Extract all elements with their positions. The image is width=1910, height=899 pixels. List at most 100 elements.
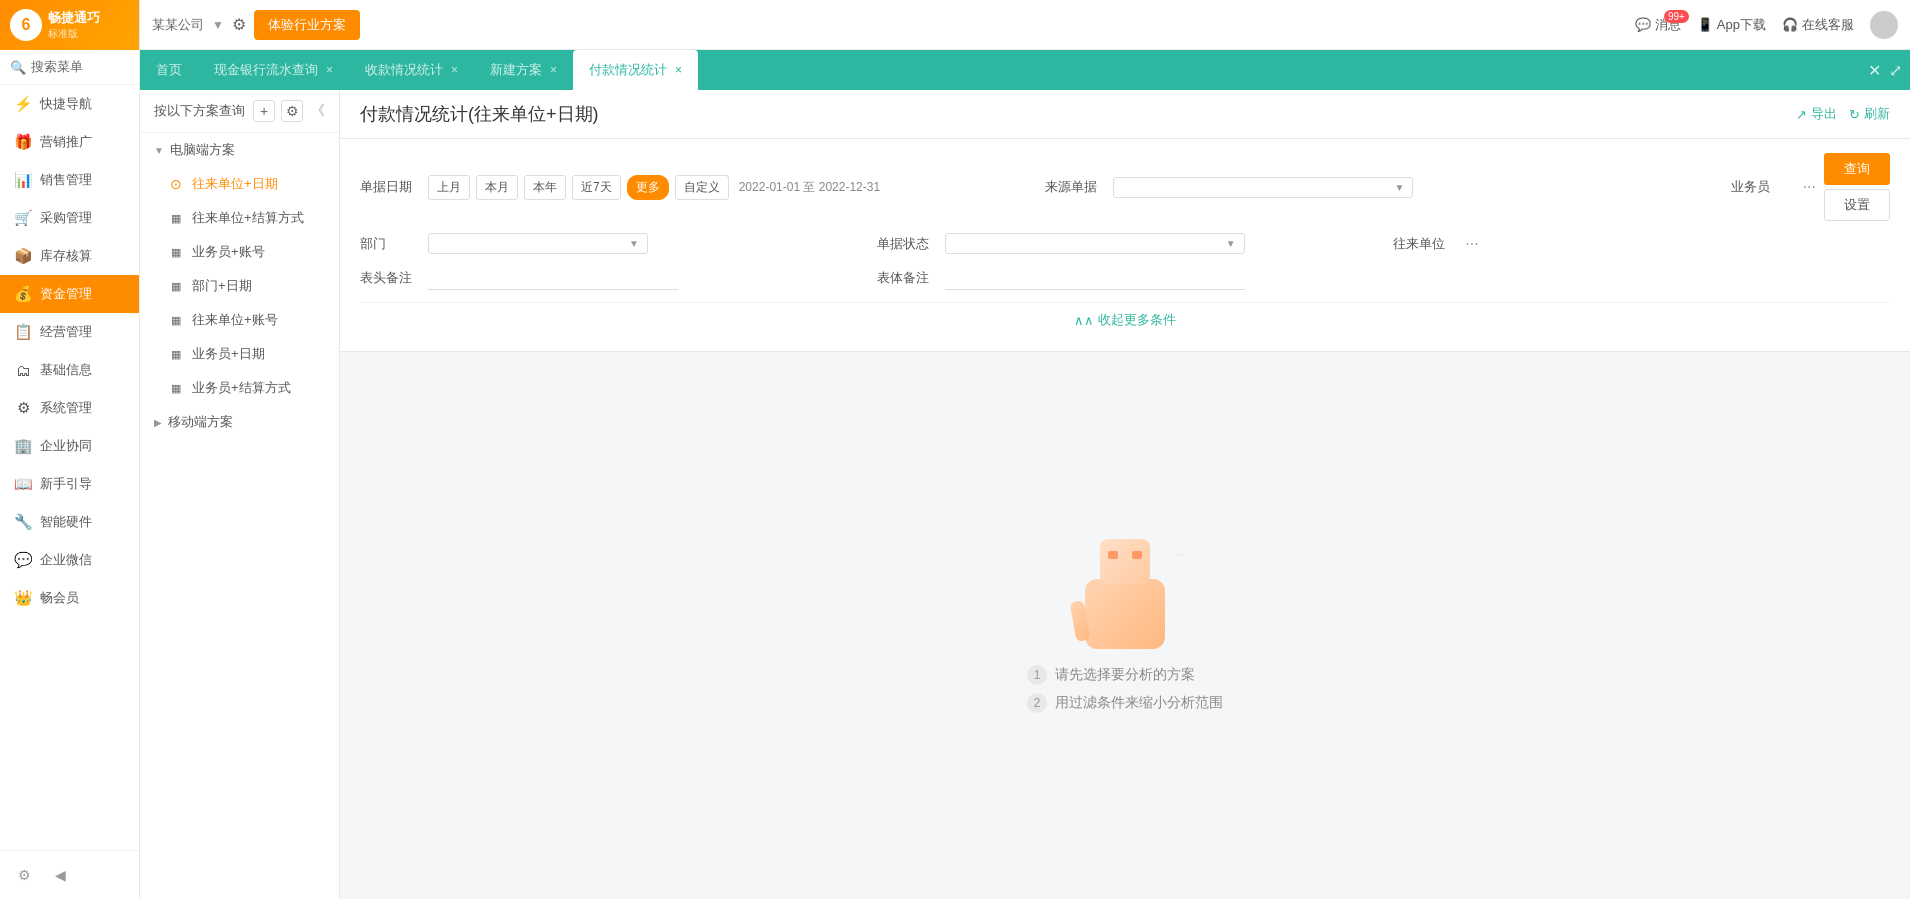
sidebar-item-hardware[interactable]: 🔧 智能硬件 <box>0 503 139 541</box>
user-avatar-item[interactable] <box>1870 11 1898 39</box>
enterprise-icon: 🏢 <box>14 437 32 455</box>
export-btn[interactable]: ↗ 导出 <box>1796 105 1837 123</box>
robot-eye-left <box>1108 551 1118 559</box>
tab-new-scheme-close[interactable]: × <box>550 63 557 77</box>
content-area: 按以下方案查询 + ⚙ 《 ▼ 电脑端方案 ⊙ 往来单位+日期 ▦ <box>140 90 1910 899</box>
filter-settings-btn[interactable]: 设置 <box>1824 189 1890 221</box>
date-btn-custom[interactable]: 自定义 <box>675 175 729 200</box>
tab-new-scheme[interactable]: 新建方案 × <box>474 50 573 90</box>
date-btn-more[interactable]: 更多 <box>627 175 669 200</box>
tab-payment-stats-close[interactable]: × <box>675 63 682 77</box>
query-btn[interactable]: 查询 <box>1824 153 1890 185</box>
vendor-dots-btn[interactable]: ··· <box>1465 235 1478 253</box>
scheme-collapse-btn[interactable]: 《 <box>311 102 325 120</box>
filter-area: 单据日期 上月 本月 本年 近7天 更多 自定义 2022-01-01 至 20… <box>340 139 1910 352</box>
sidebar-item-label: 营销推广 <box>40 133 92 151</box>
footer-settings-btn[interactable]: ⚙ <box>10 861 38 889</box>
dept-select[interactable]: ▼ <box>428 233 648 254</box>
vendor-col: 往来单位 ··· <box>1393 235 1890 253</box>
tab-bank-flow-close[interactable]: × <box>326 63 333 77</box>
scheme-settings-btn[interactable]: ⚙ <box>281 100 303 122</box>
company-dropdown-icon[interactable]: ▼ <box>212 18 224 32</box>
result-area: ··· 1 请先选择要分析的方案 2 用过滤条件来缩小分析范围 <box>340 352 1910 899</box>
hint-item-2: 2 用过滤条件来缩小分析范围 <box>1027 693 1223 713</box>
scheme-item-vendor-account[interactable]: ▦ 往来单位+账号 <box>140 303 339 337</box>
online-service-item[interactable]: 🎧 在线客服 <box>1782 16 1854 34</box>
scheme-group-mobile: ▶ 移动端方案 <box>140 405 339 439</box>
sidebar-item-marketing[interactable]: 🎁 营销推广 <box>0 123 139 161</box>
sidebar-item-basic-info[interactable]: 🗂 基础信息 <box>0 351 139 389</box>
sidebar-item-purchase[interactable]: 🛒 采购管理 <box>0 199 139 237</box>
sales-icon: 📊 <box>14 171 32 189</box>
scheme-item-dept-date[interactable]: ▦ 部门+日期 <box>140 269 339 303</box>
table-body-note-input[interactable] <box>945 266 1245 290</box>
sidebar-item-operation[interactable]: 📋 经营管理 <box>0 313 139 351</box>
staff-account-label: 业务员+账号 <box>192 243 265 261</box>
scheme-item-staff-date[interactable]: ▦ 业务员+日期 <box>140 337 339 371</box>
sidebar-item-label: 采购管理 <box>40 209 92 227</box>
source-voucher-select[interactable]: ▼ <box>1113 177 1413 198</box>
tab-expand-btn[interactable]: ⤢ <box>1889 61 1902 80</box>
app-version: 标准版 <box>48 27 100 41</box>
marketing-icon: 🎁 <box>14 133 32 151</box>
capital-icon: 💰 <box>14 285 32 303</box>
date-btn-this-year[interactable]: 本年 <box>524 175 566 200</box>
robot-decoration: ··· <box>1177 549 1185 560</box>
dept-date-icon: ▦ <box>168 278 184 294</box>
scheme-item-vendor-date[interactable]: ⊙ 往来单位+日期 <box>140 167 339 201</box>
collapse-arrow-icon: ∧∧ <box>1074 313 1094 328</box>
date-btn-7days[interactable]: 近7天 <box>572 175 621 200</box>
sidebar-item-label: 企业微信 <box>40 551 92 569</box>
tab-receipt-stats[interactable]: 收款情况统计 × <box>349 50 474 90</box>
page-header: 付款情况统计(往来单位+日期) ↗ 导出 ↻ 刷新 <box>340 90 1910 139</box>
notifications-item[interactable]: 💬 消息 99+ <box>1635 16 1681 34</box>
system-icon: ⚙ <box>14 399 32 417</box>
footer-collapse-btn[interactable]: ◀ <box>46 861 74 889</box>
tab-receipt-stats-close[interactable]: × <box>451 63 458 77</box>
tab-receipt-stats-label: 收款情况统计 <box>365 61 443 79</box>
search-menu-item[interactable]: 🔍 搜索菜单 <box>0 50 139 85</box>
scheme-item-vendor-settle[interactable]: ▦ 往来单位+结算方式 <box>140 201 339 235</box>
table-body-note-label: 表体备注 <box>877 269 937 287</box>
scheme-group-desktop-header[interactable]: ▼ 电脑端方案 <box>140 133 339 167</box>
voucher-status-select[interactable]: ▼ <box>945 233 1245 254</box>
app-download-item[interactable]: 📱 App下载 <box>1697 16 1766 34</box>
sidebar-item-wechat[interactable]: 💬 企业微信 <box>0 541 139 579</box>
scheme-add-btn[interactable]: + <box>253 100 275 122</box>
trial-btn[interactable]: 体验行业方案 <box>254 10 360 40</box>
sidebar-item-member[interactable]: 👑 畅会员 <box>0 579 139 617</box>
scheme-sidebar-header: 按以下方案查询 + ⚙ 《 <box>140 90 339 133</box>
source-voucher-label: 来源单据 <box>1045 178 1105 196</box>
hint-num-1: 1 <box>1027 665 1047 685</box>
sidebar-item-inventory[interactable]: 📦 库存核算 <box>0 237 139 275</box>
sidebar-item-capital[interactable]: 💰 资金管理 <box>0 275 139 313</box>
sidebar-item-enterprise[interactable]: 🏢 企业协同 <box>0 427 139 465</box>
quick-nav-icon: ⚡ <box>14 95 32 113</box>
date-btn-this-month[interactable]: 本月 <box>476 175 518 200</box>
sidebar-item-system[interactable]: ⚙ 系统管理 <box>0 389 139 427</box>
tab-bank-flow[interactable]: 现金银行流水查询 × <box>198 50 349 90</box>
voucher-status-col: 单据状态 ▼ <box>877 233 1374 254</box>
table-header-note-input[interactable] <box>428 266 678 290</box>
tab-home[interactable]: 首页 <box>140 50 198 90</box>
sidebar-item-quick-nav[interactable]: ⚡ 快捷导航 <box>0 85 139 123</box>
desktop-group-label: 电脑端方案 <box>170 141 235 159</box>
sidebar-item-sales[interactable]: 📊 销售管理 <box>0 161 139 199</box>
scheme-item-staff-settle[interactable]: ▦ 业务员+结算方式 <box>140 371 339 405</box>
hint-item-1: 1 请先选择要分析的方案 <box>1027 665 1223 685</box>
scheme-group-mobile-header[interactable]: ▶ 移动端方案 <box>140 405 339 439</box>
topbar-right: 💬 消息 99+ 📱 App下载 🎧 在线客服 <box>1635 11 1898 39</box>
sidebar-item-guide[interactable]: 📖 新手引导 <box>0 465 139 503</box>
topbar-settings-icon[interactable]: ⚙ <box>232 15 246 34</box>
sidebar-item-label: 基础信息 <box>40 361 92 379</box>
date-btn-last-month[interactable]: 上月 <box>428 175 470 200</box>
scheme-item-staff-account[interactable]: ▦ 业务员+账号 <box>140 235 339 269</box>
tab-payment-stats[interactable]: 付款情况统计 × <box>573 50 698 90</box>
collapse-conditions-btn[interactable]: ∧∧ 收起更多条件 <box>360 302 1890 337</box>
tab-close-all-btn[interactable]: ✕ <box>1868 61 1881 80</box>
staff-dots-btn[interactable]: ··· <box>1803 178 1816 196</box>
mobile-group-label: 移动端方案 <box>168 413 233 431</box>
voucher-date-label: 单据日期 <box>360 178 420 196</box>
refresh-btn[interactable]: ↻ 刷新 <box>1849 105 1890 123</box>
vendor-date-label: 往来单位+日期 <box>192 175 278 193</box>
